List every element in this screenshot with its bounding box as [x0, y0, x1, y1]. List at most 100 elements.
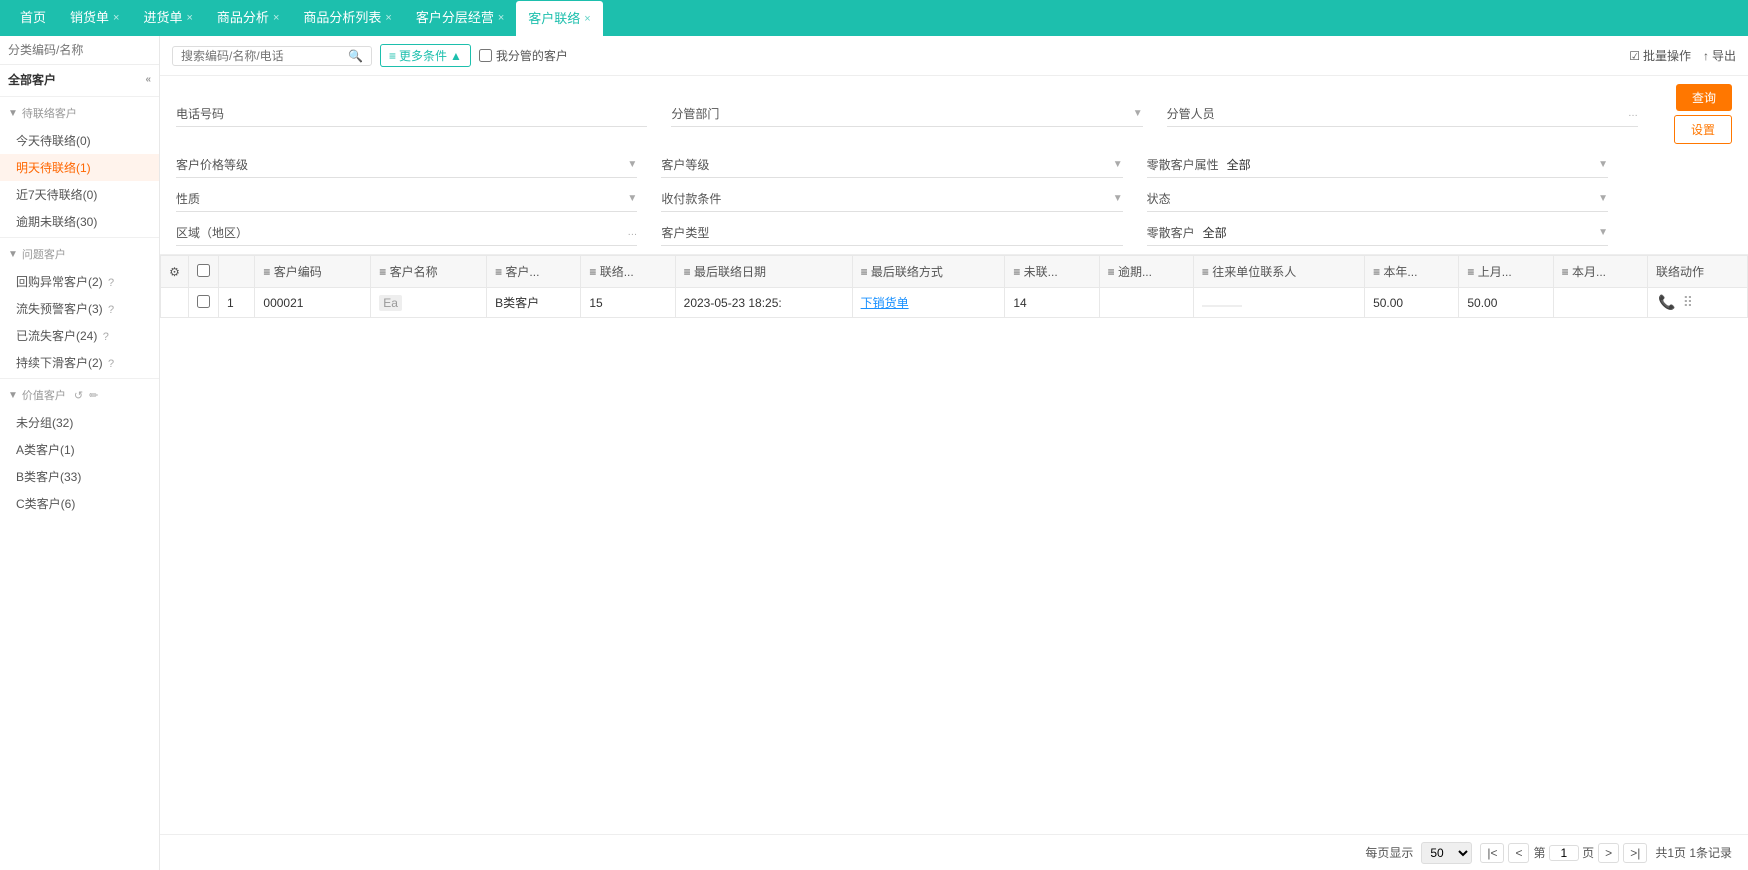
nav-product-analysis[interactable]: 商品分析 ×	[205, 0, 291, 36]
row-overdue-cell	[1099, 288, 1193, 318]
more-filter-btn[interactable]: ≡ 更多条件 ▲	[380, 44, 471, 67]
th-no-contact-label: ≡ 未联...	[1013, 263, 1057, 280]
sidebar-class-a[interactable]: A类客户(1)	[0, 436, 159, 463]
page-number-input[interactable]	[1549, 845, 1579, 861]
row-checkbox[interactable]	[197, 295, 210, 308]
filter-retail-customer-value[interactable]: 全部	[1203, 224, 1594, 241]
sidebar-class-b[interactable]: B类客户(33)	[0, 463, 159, 490]
nav-customer-tier[interactable]: 客户分层经营 ×	[404, 0, 516, 36]
sidebar: 🔍 全部客户 « ▼ 待联络客户 今天待联络(0) 明天待联络(1) 近7天待联…	[0, 36, 160, 870]
sidebar-today-contact[interactable]: 今天待联络(0)	[0, 127, 159, 154]
select-all-checkbox[interactable]	[197, 264, 210, 277]
nav-purchase-close[interactable]: ×	[186, 0, 192, 36]
sidebar-overdue-contact-label: 逾期未联络(30)	[16, 215, 97, 229]
row-phone-icon[interactable]: 📞	[1656, 294, 1677, 310]
row-unit-contact-cell	[1193, 288, 1364, 318]
sidebar-declining[interactable]: 持续下滑客户(2) ?	[0, 349, 159, 376]
nav-product-list[interactable]: 商品分析列表 ×	[291, 0, 403, 36]
filter-customer-type: 客户类型	[661, 220, 1122, 246]
nav-product-analysis-close[interactable]: ×	[273, 0, 279, 36]
sidebar-class-c[interactable]: C类客户(6)	[0, 490, 159, 517]
sidebar-problem-customer-group[interactable]: ▼ 问题客户	[0, 240, 159, 268]
th-gear: ⚙	[161, 256, 189, 288]
search-bar: 🔍 ≡ 更多条件 ▲ 我分管的客户 ☑ 批量操作 ↑ 导出	[160, 36, 1748, 76]
row-type-cell: B类客户	[487, 288, 581, 318]
th-name-label: ≡ 客户名称	[379, 263, 437, 280]
th-unit-contact-label: ≡ 往来单位联系人	[1202, 263, 1296, 280]
value-refresh-icon[interactable]: ↺	[74, 389, 83, 402]
nav-sales[interactable]: 销货单 ×	[58, 0, 131, 36]
filter-retail-attr-value[interactable]: 全部	[1227, 156, 1594, 173]
nav-product-analysis-label: 商品分析	[217, 0, 269, 36]
filter-retail-attr-label: 零散客户属性	[1147, 156, 1219, 173]
table-wrap: ⚙ ≡ 客户编码 ≡ 客户名称	[160, 255, 1748, 834]
th-this-month-label: ≡ 本月...	[1562, 263, 1606, 280]
sidebar-all-customers-label: 全部客户	[8, 71, 56, 88]
set-button[interactable]: 设置	[1674, 115, 1732, 144]
batch-op-btn[interactable]: ☑ 批量操作	[1629, 47, 1691, 64]
filter-payment-arrow: ▼	[1113, 193, 1123, 204]
th-type: ≡ 客户...	[487, 256, 581, 288]
nav-purchase[interactable]: 进货单 ×	[131, 0, 204, 36]
filter-status: 状态 ▼	[1147, 186, 1608, 212]
th-last-month: ≡ 上月...	[1459, 256, 1553, 288]
query-button[interactable]: 查询	[1676, 84, 1732, 111]
nav-product-list-close[interactable]: ×	[385, 0, 391, 36]
row-last-method[interactable]: 下销货单	[861, 296, 909, 310]
sidebar-churned[interactable]: 已流失客户(24) ?	[0, 322, 159, 349]
filter-phone-label: 电话号码	[176, 105, 224, 122]
pager-next[interactable]: >	[1598, 843, 1619, 863]
value-edit-icon[interactable]: ✏	[89, 389, 98, 402]
churned-help-icon: ?	[103, 331, 109, 343]
filter-row-4: 区域（地区） … 客户类型 零散客户 全部 ▼	[176, 220, 1732, 246]
filter-phone: 电话号码	[176, 101, 647, 127]
more-filter-label: 更多条件	[399, 47, 447, 64]
th-last-date: ≡ 最后联络日期	[675, 256, 852, 288]
nav-customer-tier-close[interactable]: ×	[498, 0, 504, 36]
search-icon-btn[interactable]: 🔍	[348, 49, 363, 63]
sidebar-tomorrow-contact[interactable]: 明天待联络(1)	[0, 154, 159, 181]
export-icon: ↑	[1703, 49, 1709, 63]
nav-customer-contact-close[interactable]: ×	[584, 1, 590, 37]
top-navigation: 首页 销货单 × 进货单 × 商品分析 × 商品分析列表 × 客户分层经营 × …	[0, 0, 1748, 36]
nav-home[interactable]: 首页	[8, 0, 58, 36]
sidebar-churn-warning[interactable]: 流失预警客户(3) ?	[0, 295, 159, 322]
search-input[interactable]	[181, 49, 348, 63]
th-no-contact: ≡ 未联...	[1005, 256, 1099, 288]
sidebar-value-customer-group[interactable]: ▼ 价值客户 ↺ ✏	[0, 381, 159, 409]
pager-last[interactable]: >|	[1623, 843, 1647, 863]
th-last-date-label: ≡ 最后联络日期	[684, 263, 766, 280]
sidebar-search-input[interactable]	[8, 43, 160, 57]
my-customers-label: 我分管的客户	[496, 47, 568, 64]
sidebar-all-customers[interactable]: 全部客户 «	[0, 65, 159, 94]
sidebar-class-c-label: C类客户(6)	[16, 497, 75, 511]
gear-icon[interactable]: ⚙	[169, 265, 180, 279]
sidebar-week-contact[interactable]: 近7天待联络(0)	[0, 181, 159, 208]
sidebar-wait-contact-group[interactable]: ▼ 待联络客户	[0, 99, 159, 127]
sidebar-ungrouped[interactable]: 未分组(32)	[0, 409, 159, 436]
filter-actions: 查询 设置	[1674, 84, 1732, 144]
page-size-select[interactable]: 50 20 100 200	[1421, 842, 1472, 864]
sidebar-overdue-contact[interactable]: 逾期未联络(30)	[0, 208, 159, 235]
churn-help-icon: ?	[108, 304, 114, 316]
th-overdue: ≡ 逾期...	[1099, 256, 1193, 288]
nav-sales-close[interactable]: ×	[113, 0, 119, 36]
export-btn[interactable]: ↑ 导出	[1703, 47, 1736, 64]
wait-contact-arrow: ▼	[8, 108, 18, 119]
row-gear-cell	[161, 288, 189, 318]
sidebar-repurchase-abnormal[interactable]: 回购异常客户(2) ?	[0, 268, 159, 295]
row-index-cell: 1	[219, 288, 255, 318]
th-type-label: ≡ 客户...	[495, 263, 539, 280]
row-name-cell: Ea	[371, 288, 487, 318]
sidebar-ungrouped-label: 未分组(32)	[16, 416, 73, 430]
row-more-icon[interactable]: ⠿	[1681, 294, 1695, 310]
my-customers-checkbox[interactable]: 我分管的客户	[479, 47, 568, 64]
sidebar-class-b-label: B类客户(33)	[16, 470, 81, 484]
filter-region-more: …	[627, 227, 637, 238]
table-header-row: ⚙ ≡ 客户编码 ≡ 客户名称	[161, 256, 1748, 288]
sidebar-tomorrow-contact-label: 明天待联络(1)	[16, 161, 91, 175]
pager-prev[interactable]: <	[1508, 843, 1529, 863]
my-customers-check[interactable]	[479, 49, 492, 62]
nav-customer-contact[interactable]: 客户联络 ×	[516, 1, 602, 37]
pager-first[interactable]: |<	[1480, 843, 1504, 863]
